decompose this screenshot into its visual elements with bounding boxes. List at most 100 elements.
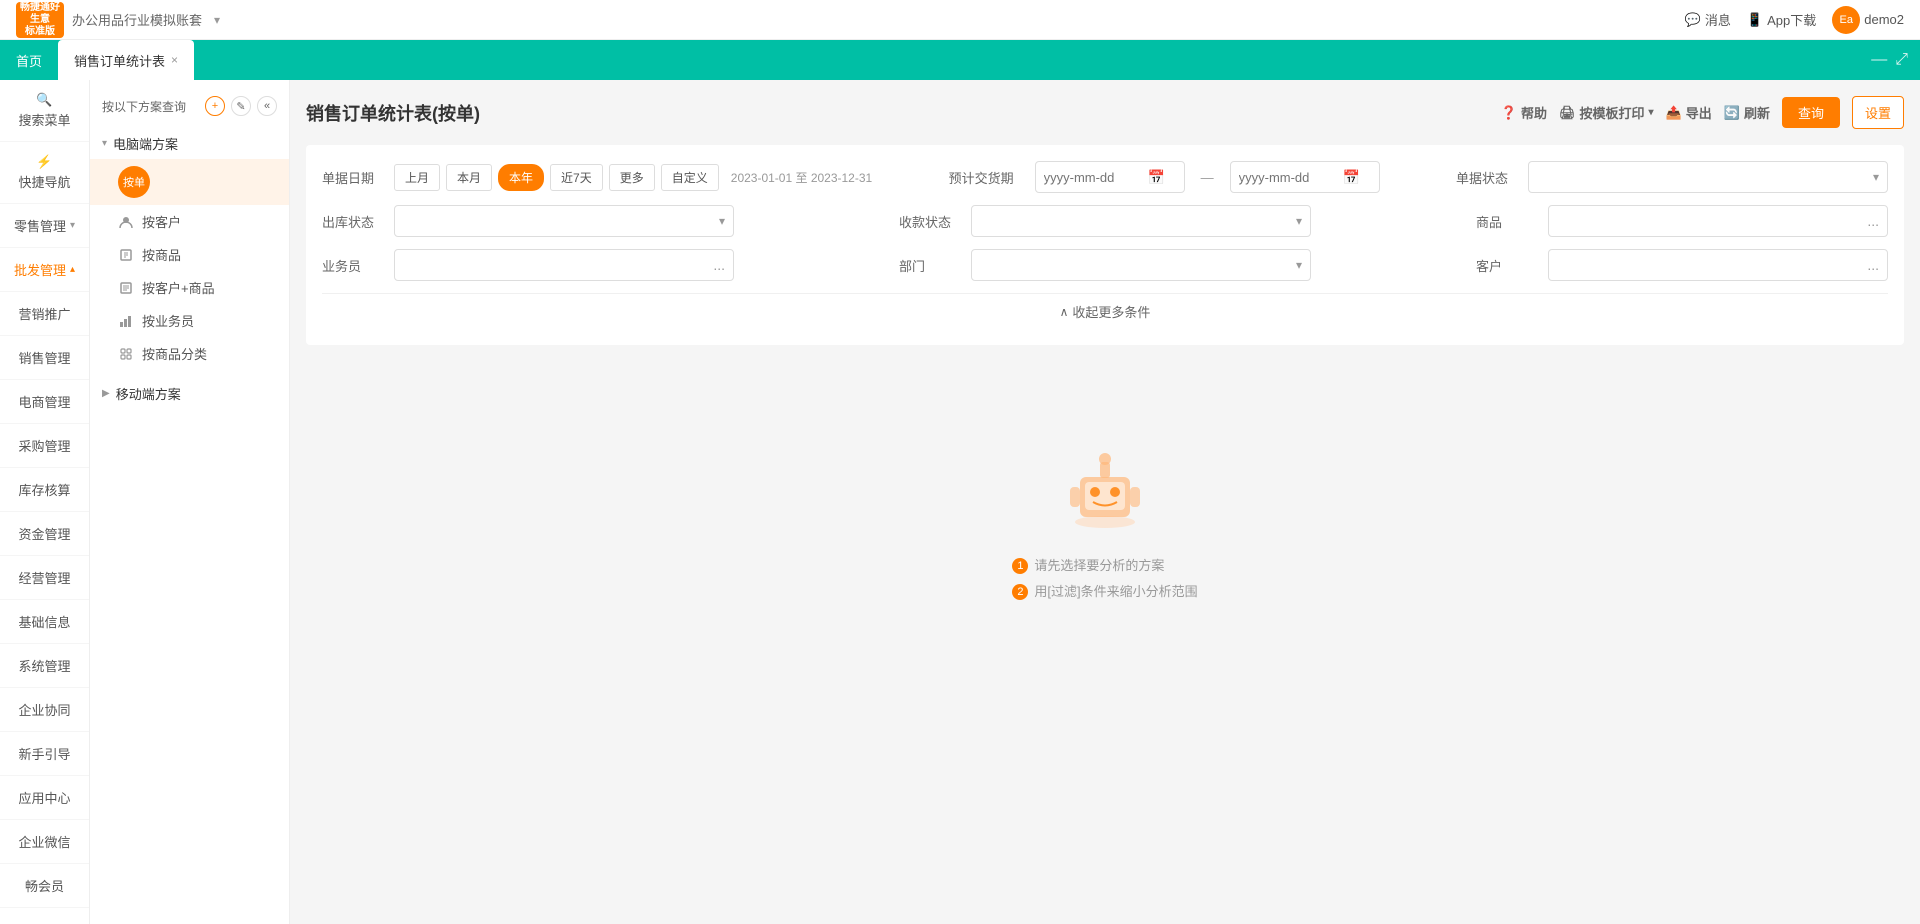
goods-dots[interactable]: ... [1867, 213, 1879, 229]
help-icon: ❓ [1501, 105, 1517, 121]
plan-item-by-goods[interactable]: 按商品 [90, 238, 289, 271]
goods-select[interactable]: ... [1548, 205, 1888, 237]
collapse-up-icon: ∧ [1060, 305, 1069, 319]
collapse-panel-button[interactable]: « [257, 96, 277, 116]
dept-select[interactable]: ▾ [971, 249, 1311, 281]
plan-item-by-customer[interactable]: 按客户 [90, 205, 289, 238]
message-icon: 💬 [1685, 12, 1701, 28]
plan-item-by-customer-goods[interactable]: 按客户+商品 [90, 271, 289, 304]
empty-illustration [1055, 437, 1155, 537]
expected-date-end-field[interactable] [1239, 170, 1339, 185]
sidebar-item-inventory[interactable]: 库存核算 [0, 468, 89, 512]
active-plan-indicator: 按单 [118, 166, 150, 198]
pc-plan-group: ▾ 电脑端方案 按单 按客户 按商品 [90, 124, 289, 374]
collapse-bar[interactable]: ∧ 收起更多条件 [322, 293, 1888, 329]
tab-close-icon[interactable]: × [171, 53, 178, 67]
customer-icon [118, 214, 134, 230]
empty-tips: 1 请先选择要分析的方案 2 用[过滤]条件来缩小分析范围 [1012, 553, 1197, 605]
left-panel: 按以下方案查询 + ✎ « ▾ 电脑端方案 按单 [90, 80, 290, 924]
sidebar-item-sales[interactable]: 销售管理 [0, 336, 89, 380]
salesman-dots[interactable]: ... [713, 257, 725, 273]
customer-select[interactable]: ... [1548, 249, 1888, 281]
status-select[interactable]: ▾ [1528, 161, 1888, 193]
sidebar-item-search[interactable]: 🔍 搜索菜单 [0, 80, 89, 142]
plan-item-by-salesman[interactable]: 按业务员 [90, 304, 289, 337]
date-btn-this-year[interactable]: 本年 [498, 164, 544, 191]
query-button[interactable]: 查询 [1782, 97, 1840, 128]
sidebar-item-appstore[interactable]: 应用中心 [0, 776, 89, 820]
window-minimize-icon[interactable]: — [1871, 51, 1887, 69]
edit-plan-button[interactable]: ✎ [231, 96, 251, 116]
app-download-button[interactable]: 📱 App下载 [1747, 10, 1816, 29]
delivery-label: 出库状态 [322, 212, 378, 231]
salesman-select[interactable]: ... [394, 249, 734, 281]
sidebar-item-marketing[interactable]: 营销推广 [0, 292, 89, 336]
filter-row-3: 业务员 ... 部门 ▾ 客户 ... [322, 249, 1888, 281]
plan-item-by-order[interactable]: 按单 [90, 159, 289, 205]
tab-sales-order-stats[interactable]: 销售订单统计表 × [58, 40, 194, 80]
pc-plan-group-header[interactable]: ▾ 电脑端方案 [90, 128, 289, 159]
refresh-icon: 🔄 [1724, 105, 1740, 121]
chevron-down-icon: ▾ [70, 220, 75, 231]
date-btn-this-month[interactable]: 本月 [446, 164, 492, 191]
page-title-actions: ❓ 帮助 🖨 按模板打印 ▾ 📤 导出 🔄 刷新 [1501, 96, 1904, 129]
sidebar-item-basic[interactable]: 基础信息 [0, 600, 89, 644]
help-button[interactable]: ❓ 帮助 [1501, 103, 1547, 122]
sidebar-item-quicknav[interactable]: ⚡ 快捷导航 [0, 142, 89, 204]
tab-bar: 首页 销售订单统计表 × — ⤢ [0, 40, 1920, 80]
tab-home[interactable]: 首页 [0, 40, 58, 80]
dept-label: 部门 [899, 256, 955, 275]
expected-date-start-field[interactable] [1044, 170, 1144, 185]
message-button[interactable]: 💬 消息 [1685, 10, 1731, 29]
date-btn-custom[interactable]: 自定义 [661, 164, 719, 191]
export-button[interactable]: 📤 导出 [1666, 103, 1712, 122]
mobile-group-expand-icon: ▶ [102, 388, 110, 399]
sidebar-item-operation[interactable]: 经营管理 [0, 556, 89, 600]
sidebar-item-purchase[interactable]: 采购管理 [0, 424, 89, 468]
sidebar-item-retail[interactable]: 零售管理 ▾ [0, 204, 89, 248]
date-btn-more[interactable]: 更多 [609, 164, 655, 191]
date-btn-7days[interactable]: 近7天 [550, 164, 603, 191]
settings-button[interactable]: 设置 [1852, 96, 1904, 129]
delivery-select[interactable]: ▾ [394, 205, 734, 237]
tip-num-1: 1 [1012, 558, 1028, 574]
plan-item-by-category[interactable]: 按商品分类 [90, 337, 289, 370]
expected-date-start-input[interactable]: 📅 [1035, 161, 1185, 193]
sidebar-item-member[interactable]: 畅会员 [0, 864, 89, 908]
breadcrumb-arrow-icon[interactable]: ▾ [214, 13, 220, 27]
refresh-button[interactable]: 🔄 刷新 [1724, 103, 1770, 122]
date-btn-last-month[interactable]: 上月 [394, 164, 440, 191]
payment-label: 收款状态 [899, 212, 955, 231]
customer-goods-icon [118, 280, 134, 296]
sidebar-item-ecommerce[interactable]: 电商管理 [0, 380, 89, 424]
goods-label: 商品 [1476, 212, 1532, 231]
sidebar-item-finance[interactable]: 资金管理 [0, 512, 89, 556]
customer-label: 客户 [1476, 256, 1532, 275]
content-area: 按以下方案查询 + ✎ « ▾ 电脑端方案 按单 [90, 80, 1920, 924]
user-profile[interactable]: Ea demo2 [1832, 6, 1904, 34]
chevron-up-icon: ▴ [70, 264, 75, 275]
quicknav-icon: ⚡ [36, 154, 52, 170]
mobile-plan-group-header[interactable]: ▶ 移动端方案 [90, 378, 289, 409]
sidebar-item-newbie[interactable]: 新手引导 [0, 732, 89, 776]
window-maximize-icon[interactable]: ⤢ [1895, 51, 1908, 69]
sidebar-item-corp[interactable]: 企业协同 [0, 688, 89, 732]
status-label: 单据状态 [1456, 168, 1512, 187]
delivery-chevron-icon: ▾ [719, 214, 725, 228]
payment-select[interactable]: ▾ [971, 205, 1311, 237]
calendar-start-icon[interactable]: 📅 [1148, 169, 1165, 186]
dept-chevron-icon: ▾ [1296, 258, 1302, 272]
filter-row-2: 出库状态 ▾ 收款状态 ▾ 商品 ... [322, 205, 1888, 237]
print-chevron-icon: ▾ [1649, 107, 1654, 118]
customer-dots[interactable]: ... [1867, 257, 1879, 273]
date-range-text: 2023-01-01 至 2023-12-31 [731, 169, 872, 186]
calendar-end-icon[interactable]: 📅 [1343, 169, 1360, 186]
template-print-button[interactable]: 🖨 按模板打印 ▾ [1559, 103, 1654, 122]
sidebar-item-system[interactable]: 系统管理 [0, 644, 89, 688]
date-dash: — [1201, 170, 1214, 185]
group-expand-icon: ▾ [102, 138, 107, 149]
sidebar-item-wechat[interactable]: 企业微信 [0, 820, 89, 864]
sidebar-item-wholesale[interactable]: 批发管理 ▴ [0, 248, 89, 292]
expected-date-end-input[interactable]: 📅 [1230, 161, 1380, 193]
add-plan-button[interactable]: + [205, 96, 225, 116]
